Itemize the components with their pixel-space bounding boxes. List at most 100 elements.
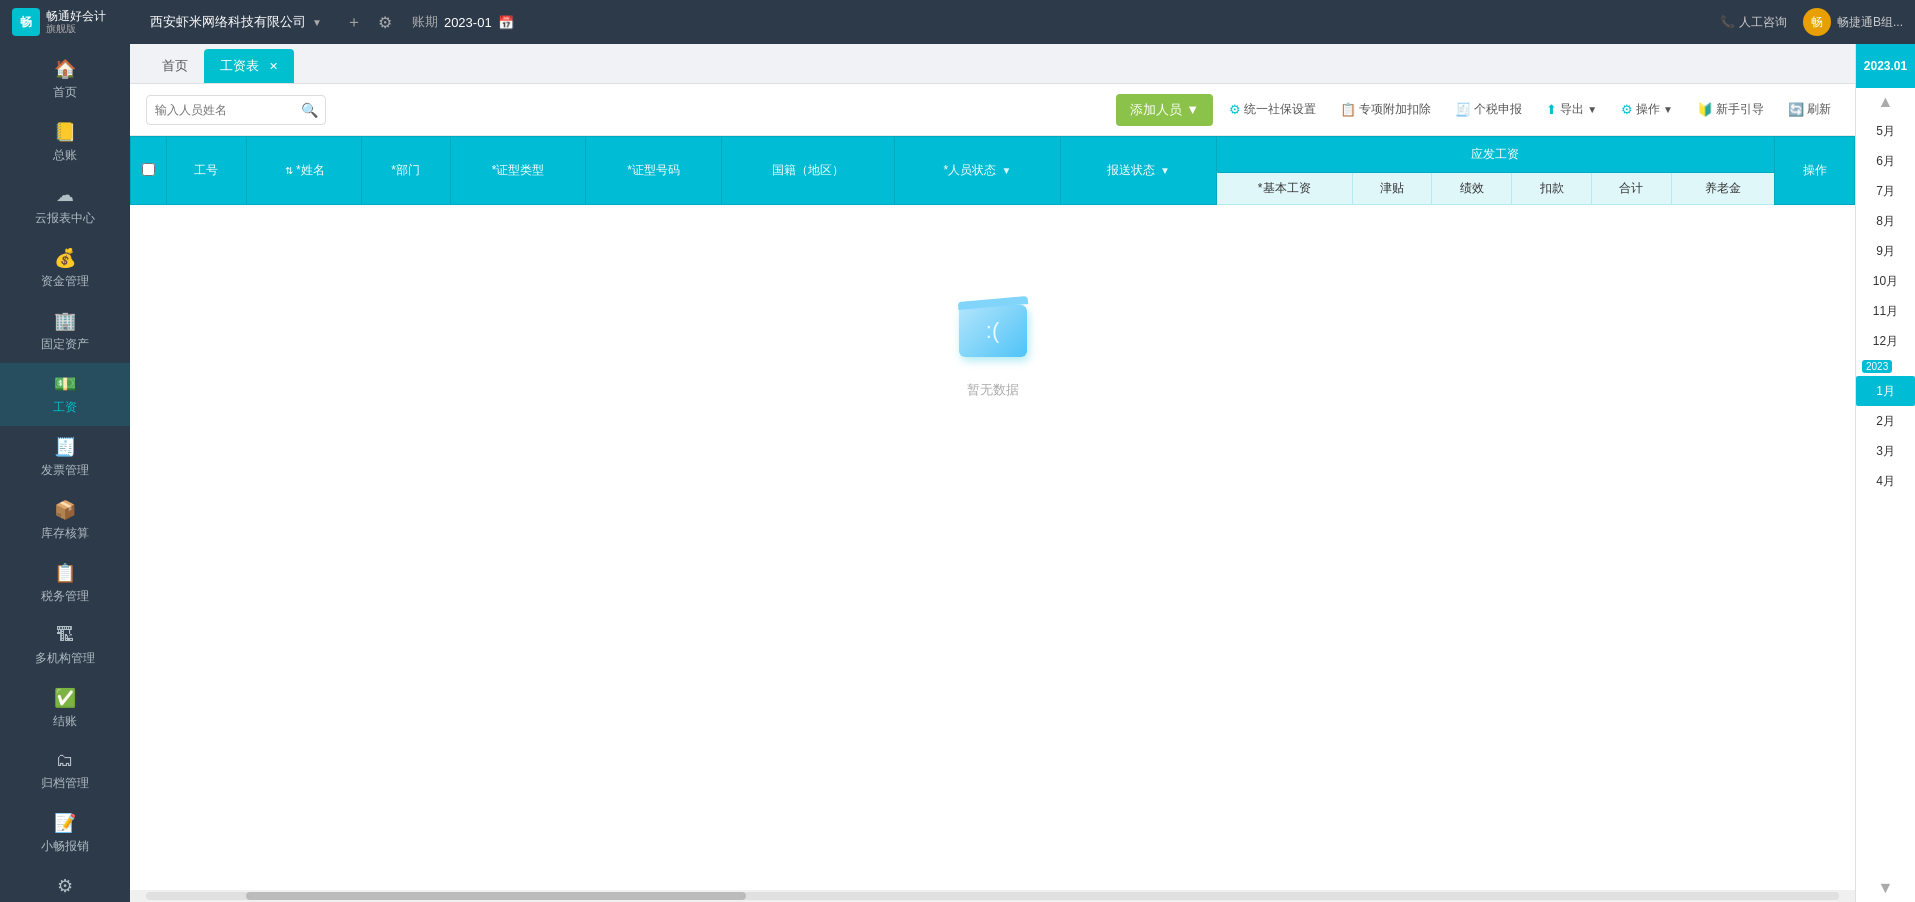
month-item-7[interactable]: 7月	[1856, 176, 1915, 206]
col-header-name: ⇅ *姓名	[246, 137, 361, 205]
calendar-icon[interactable]: 📅	[498, 15, 514, 30]
special-deduction-btn[interactable]: 📋 专项附加扣除	[1332, 97, 1439, 122]
sidebar-item-tax[interactable]: 📋 税务管理	[0, 552, 130, 615]
col-header-person-status: *人员状态 ▼	[895, 137, 1060, 205]
home-icon: 🏠	[54, 58, 76, 80]
col-header-allowance: 津贴	[1352, 173, 1432, 205]
salary-icon: 💵	[54, 373, 76, 395]
sidebar-label-salary: 工资	[53, 399, 77, 416]
sidebar-item-home[interactable]: 🏠 首页	[0, 48, 130, 111]
sidebar-label-home: 首页	[53, 84, 77, 101]
scrollbar-thumb[interactable]	[246, 892, 746, 900]
operation-icon: ⚙	[1621, 102, 1633, 117]
sort-icon: ⇅	[285, 165, 293, 176]
col-header-report-status: 报送状态 ▼	[1060, 137, 1216, 205]
social-insurance-btn[interactable]: ⚙ 统一社保设置	[1221, 97, 1324, 122]
inventory-icon: 📦	[54, 499, 76, 521]
guide-toolbar-icon: 🔰	[1697, 102, 1713, 117]
deduction-icon: 📋	[1340, 102, 1356, 117]
month-nav-down-btn[interactable]: ▼	[1856, 874, 1915, 902]
month-item-12[interactable]: 12月	[1856, 326, 1915, 356]
sidebar-label-inventory: 库存核算	[41, 525, 89, 542]
month-item-1[interactable]: 1月	[1856, 376, 1915, 406]
sidebar-label-invoice: 发票管理	[41, 462, 89, 479]
sidebar-item-archive[interactable]: 🗂 归档管理	[0, 740, 130, 802]
sidebar-label-funds: 资金管理	[41, 273, 89, 290]
sidebar-item-inventory[interactable]: 📦 库存核算	[0, 489, 130, 552]
tax-icon: 📋	[54, 562, 76, 584]
sidebar-item-funds[interactable]: 💰 资金管理	[0, 237, 130, 300]
month-item-10[interactable]: 10月	[1856, 266, 1915, 296]
assets-icon: 🏢	[54, 310, 76, 332]
col-header-deduction: 扣款	[1512, 173, 1592, 205]
guide-btn[interactable]: 🔰 新手引导	[1689, 97, 1772, 122]
tax-report-btn[interactable]: 🧾 个税申报	[1447, 97, 1530, 122]
col-header-nationality: 国籍（地区）	[721, 137, 894, 205]
sidebar-label-org: 多机构管理	[35, 650, 95, 667]
person-status-filter-icon[interactable]: ▼	[1002, 165, 1012, 176]
funds-icon: 💰	[54, 247, 76, 269]
archive-icon: 🗂	[56, 750, 74, 771]
month-item-6[interactable]: 6月	[1856, 146, 1915, 176]
add-person-button[interactable]: 添加人员 ▼	[1116, 94, 1213, 126]
sidebar-item-ledger[interactable]: 📒 总账	[0, 111, 130, 174]
month-item-9[interactable]: 9月	[1856, 236, 1915, 266]
search-input[interactable]	[155, 103, 295, 117]
sidebar-item-closing[interactable]: ✅ 结账	[0, 677, 130, 740]
sidebar-item-fixed-assets[interactable]: 🏢 固定资产	[0, 300, 130, 363]
month-item-5[interactable]: 5月	[1856, 116, 1915, 146]
month-item-3[interactable]: 3月	[1856, 436, 1915, 466]
sidebar-item-settings[interactable]: ⚙ 基础设置	[0, 865, 130, 902]
tab-close-salary[interactable]: ✕	[269, 60, 278, 72]
tax-report-icon: 🧾	[1455, 102, 1471, 117]
month-item-8[interactable]: 8月	[1856, 206, 1915, 236]
tab-home[interactable]: 首页	[146, 49, 204, 83]
export-icon: ⬆	[1546, 102, 1557, 117]
month-panel: 2023.01 ▲ 5月 6月 7月 8月 9月 10月 11月	[1855, 44, 1915, 902]
report-status-filter-icon[interactable]: ▼	[1160, 165, 1170, 176]
service-icon: 📞	[1720, 15, 1735, 29]
closing-icon: ✅	[54, 687, 76, 709]
month-nav-up-btn[interactable]: ▲	[1856, 88, 1915, 116]
month-item-11[interactable]: 11月	[1856, 296, 1915, 326]
scrollbar-area[interactable]	[130, 890, 1855, 902]
col-header-id-type: *证型类型	[450, 137, 586, 205]
sidebar-item-multi-org[interactable]: 🏗 多机构管理	[0, 615, 130, 677]
sidebar-label-assets: 固定资产	[41, 336, 89, 353]
col-header-pay-group: 应发工资	[1216, 137, 1774, 173]
sidebar-item-cloud-report[interactable]: ☁ 云报表中心	[0, 174, 130, 237]
col-header-number: 工号	[167, 137, 247, 205]
invoice-icon: 🧾	[54, 436, 76, 458]
select-all-checkbox[interactable]	[142, 163, 155, 176]
sidebar-item-salary[interactable]: 💵 工资	[0, 363, 130, 426]
add-dropdown-icon: ▼	[1186, 102, 1199, 117]
col-header-id-num: *证型号码	[586, 137, 722, 205]
empty-text: 暂无数据	[967, 381, 1019, 399]
table-container[interactable]: 工号 ⇅ *姓名 *部门 *证型类型 *证型号码	[130, 136, 1855, 890]
month-item-2[interactable]: 2月	[1856, 406, 1915, 436]
social-icon: ⚙	[1229, 102, 1241, 117]
user-area[interactable]: 畅 畅捷通B组...	[1803, 8, 1903, 36]
sidebar-label-tax: 税务管理	[41, 588, 89, 605]
export-btn[interactable]: ⬆ 导出 ▼	[1538, 97, 1605, 122]
sidebar-item-expense[interactable]: 📝 小畅报销	[0, 802, 130, 865]
toolbar: 🔍 添加人员 ▼ ⚙ 统一社保设置 📋 专项附加扣除 🧾 个税申报 ⬆ 导	[130, 84, 1855, 136]
sidebar-item-invoice[interactable]: 🧾 发票管理	[0, 426, 130, 489]
refresh-btn[interactable]: 🔄 刷新	[1780, 97, 1839, 122]
expense-icon: 📝	[54, 812, 76, 834]
empty-icon: :(	[953, 285, 1033, 365]
main-layout: 🏠 首页 📒 总账 ☁ 云报表中心 💰 资金管理 🏢 固定资产 💵 工资 🧾 发…	[0, 44, 1915, 902]
user-avatar: 畅	[1803, 8, 1831, 36]
tab-salary[interactable]: 工资表 ✕	[204, 49, 294, 83]
month-item-4[interactable]: 4月	[1856, 466, 1915, 496]
content-area: 首页 工资表 ✕ 🔍 添加人员 ▼ ⚙ 统一社保设置 📋	[130, 44, 1855, 902]
export-dropdown-icon: ▼	[1587, 104, 1597, 115]
search-icon: 🔍	[301, 102, 318, 118]
app-logo-icon: 畅	[12, 8, 40, 36]
settings-btn[interactable]: ⚙	[374, 9, 396, 36]
service-btn[interactable]: 📞 人工咨询	[1720, 14, 1787, 31]
add-company-btn[interactable]: ＋	[342, 8, 366, 37]
operation-btn[interactable]: ⚙ 操作 ▼	[1613, 97, 1681, 122]
col-header-base-salary: *基本工资	[1216, 173, 1352, 205]
company-selector[interactable]: 西安虾米网络科技有限公司 ▼	[142, 9, 330, 35]
